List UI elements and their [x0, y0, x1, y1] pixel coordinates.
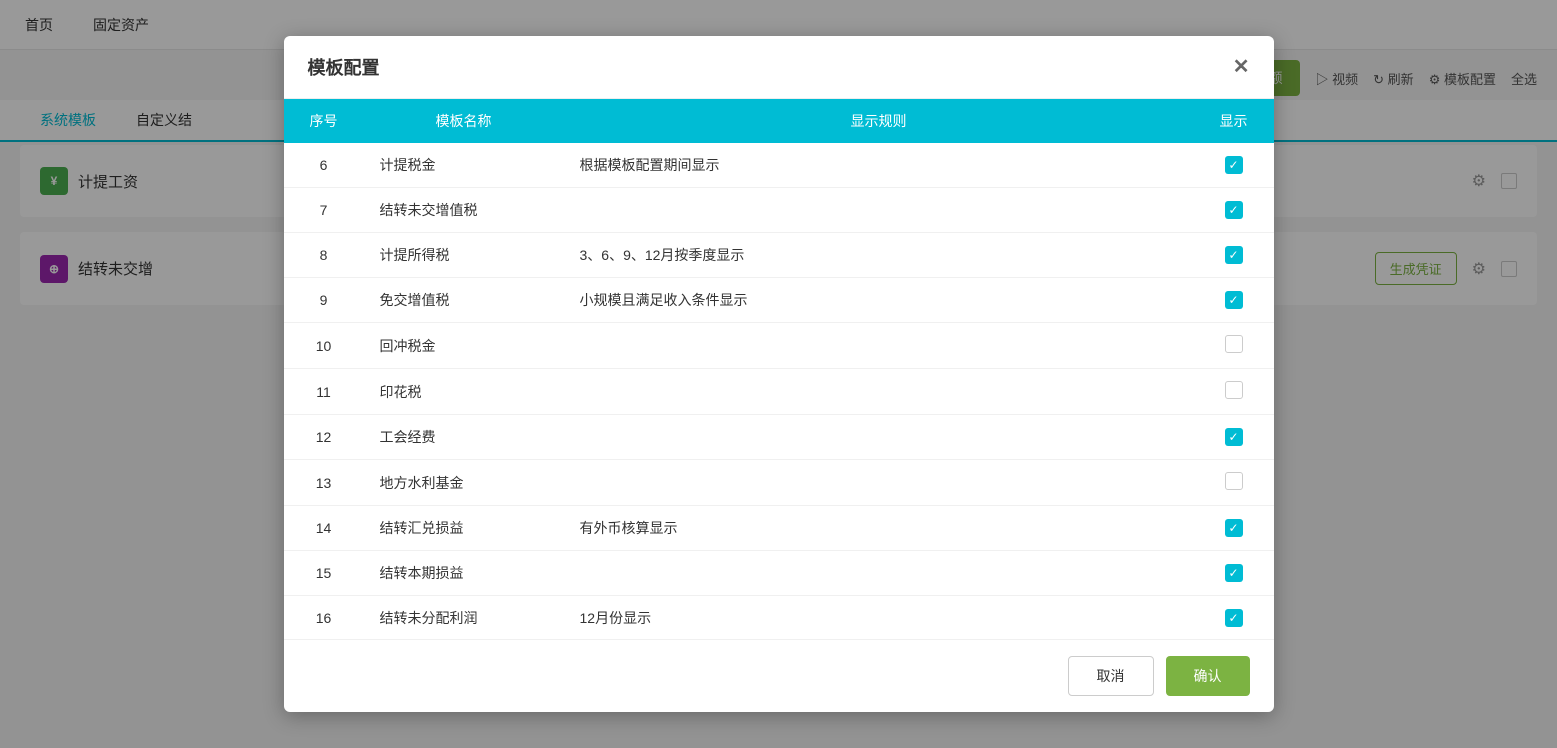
- table-row: 7结转未交增值税 ✓: [284, 188, 1274, 233]
- cell-checkbox: ✓: [1194, 415, 1274, 460]
- checkbox-checked[interactable]: ✓: [1225, 428, 1243, 446]
- modal-close-button[interactable]: ✕: [1233, 57, 1250, 77]
- checkbox-checked[interactable]: ✓: [1225, 156, 1243, 174]
- col-header-rule: 显示规则: [564, 99, 1194, 143]
- table-row: 13地方水利基金: [284, 460, 1274, 506]
- checkbox-checked[interactable]: ✓: [1225, 564, 1243, 582]
- checkbox-checked[interactable]: ✓: [1225, 609, 1243, 627]
- modal-overlay: 模板配置 ✕ 序号 模板名称 显示规则 显示 6计提税金根据模板配置期间显示✓7…: [0, 0, 1557, 748]
- table-row: 15结转本期损益 ✓: [284, 551, 1274, 596]
- cell-name: 工会经费: [364, 415, 564, 460]
- table-row: 9免交增值税小规模且满足收入条件显示 ✓: [284, 278, 1274, 323]
- cell-id: 10: [284, 323, 364, 369]
- template-config-table: 序号 模板名称 显示规则 显示 6计提税金根据模板配置期间显示✓7结转未交增值税…: [284, 99, 1274, 639]
- cell-id: 8: [284, 233, 364, 278]
- cell-checkbox: [1194, 460, 1274, 506]
- cell-id: 12: [284, 415, 364, 460]
- cell-rule: [564, 369, 1194, 415]
- cell-rule: [564, 460, 1194, 506]
- cancel-button[interactable]: 取消: [1068, 656, 1154, 696]
- table-body: 6计提税金根据模板配置期间显示✓7结转未交增值税✓8计提所得税3、6、9、12月…: [284, 143, 1274, 639]
- cell-rule: [564, 551, 1194, 596]
- modal-table-container: 序号 模板名称 显示规则 显示 6计提税金根据模板配置期间显示✓7结转未交增值税…: [284, 99, 1274, 639]
- cell-name: 印花税: [364, 369, 564, 415]
- checkbox-unchecked[interactable]: [1225, 335, 1243, 353]
- modal-header: 模板配置 ✕: [284, 36, 1274, 99]
- cell-id: 11: [284, 369, 364, 415]
- checkbox-checked[interactable]: ✓: [1225, 201, 1243, 219]
- cell-rule: 12月份显示: [564, 596, 1194, 640]
- cell-name: 结转本期损益: [364, 551, 564, 596]
- cell-id: 16: [284, 596, 364, 640]
- table-row: 14结转汇兑损益有外币核算显示 ✓: [284, 506, 1274, 551]
- cell-id: 6: [284, 143, 364, 188]
- modal-title: 模板配置: [308, 54, 380, 80]
- checkbox-checked[interactable]: ✓: [1225, 291, 1243, 309]
- cell-checkbox: ✓: [1194, 233, 1274, 278]
- cell-checkbox: ✓: [1194, 188, 1274, 233]
- cell-checkbox: ✓: [1194, 506, 1274, 551]
- cell-checkbox: ✓: [1194, 596, 1274, 640]
- cell-id: 13: [284, 460, 364, 506]
- cell-name: 计提所得税: [364, 233, 564, 278]
- checkbox-checked[interactable]: ✓: [1225, 519, 1243, 537]
- cell-rule: 3、6、9、12月按季度显示: [564, 233, 1194, 278]
- cell-name: 计提税金: [364, 143, 564, 188]
- cell-name: 地方水利基金: [364, 460, 564, 506]
- cell-checkbox: ✓: [1194, 278, 1274, 323]
- cell-name: 免交增值税: [364, 278, 564, 323]
- col-header-id: 序号: [284, 99, 364, 143]
- template-config-modal: 模板配置 ✕ 序号 模板名称 显示规则 显示 6计提税金根据模板配置期间显示✓7…: [284, 36, 1274, 712]
- cell-name: 结转汇兑损益: [364, 506, 564, 551]
- cell-rule: [564, 415, 1194, 460]
- modal-footer: 取消 确认: [284, 639, 1274, 712]
- cell-rule: 有外币核算显示: [564, 506, 1194, 551]
- table-row: 10回冲税金: [284, 323, 1274, 369]
- cell-rule: 小规模且满足收入条件显示: [564, 278, 1194, 323]
- cell-checkbox: ✓: [1194, 143, 1274, 188]
- confirm-button[interactable]: 确认: [1166, 656, 1250, 696]
- col-header-display: 显示: [1194, 99, 1274, 143]
- cell-checkbox: ✓: [1194, 551, 1274, 596]
- table-row: 12工会经费 ✓: [284, 415, 1274, 460]
- col-header-name: 模板名称: [364, 99, 564, 143]
- cell-checkbox: [1194, 323, 1274, 369]
- checkbox-unchecked[interactable]: [1225, 381, 1243, 399]
- checkbox-checked[interactable]: ✓: [1225, 246, 1243, 264]
- cell-name: 结转未分配利润: [364, 596, 564, 640]
- cell-rule: [564, 323, 1194, 369]
- cell-rule: [564, 188, 1194, 233]
- cell-name: 回冲税金: [364, 323, 564, 369]
- cell-rule: 根据模板配置期间显示: [564, 143, 1194, 188]
- table-row: 6计提税金根据模板配置期间显示 ✓: [284, 143, 1274, 188]
- checkbox-unchecked[interactable]: [1225, 472, 1243, 490]
- table-row: 16结转未分配利润12月份显示 ✓: [284, 596, 1274, 640]
- cell-id: 15: [284, 551, 364, 596]
- cell-name: 结转未交增值税: [364, 188, 564, 233]
- cell-checkbox: [1194, 369, 1274, 415]
- table-row: 8计提所得税3、6、9、12月按季度显示 ✓: [284, 233, 1274, 278]
- cell-id: 7: [284, 188, 364, 233]
- cell-id: 14: [284, 506, 364, 551]
- table-header: 序号 模板名称 显示规则 显示: [284, 99, 1274, 143]
- table-row: 11印花税: [284, 369, 1274, 415]
- cell-id: 9: [284, 278, 364, 323]
